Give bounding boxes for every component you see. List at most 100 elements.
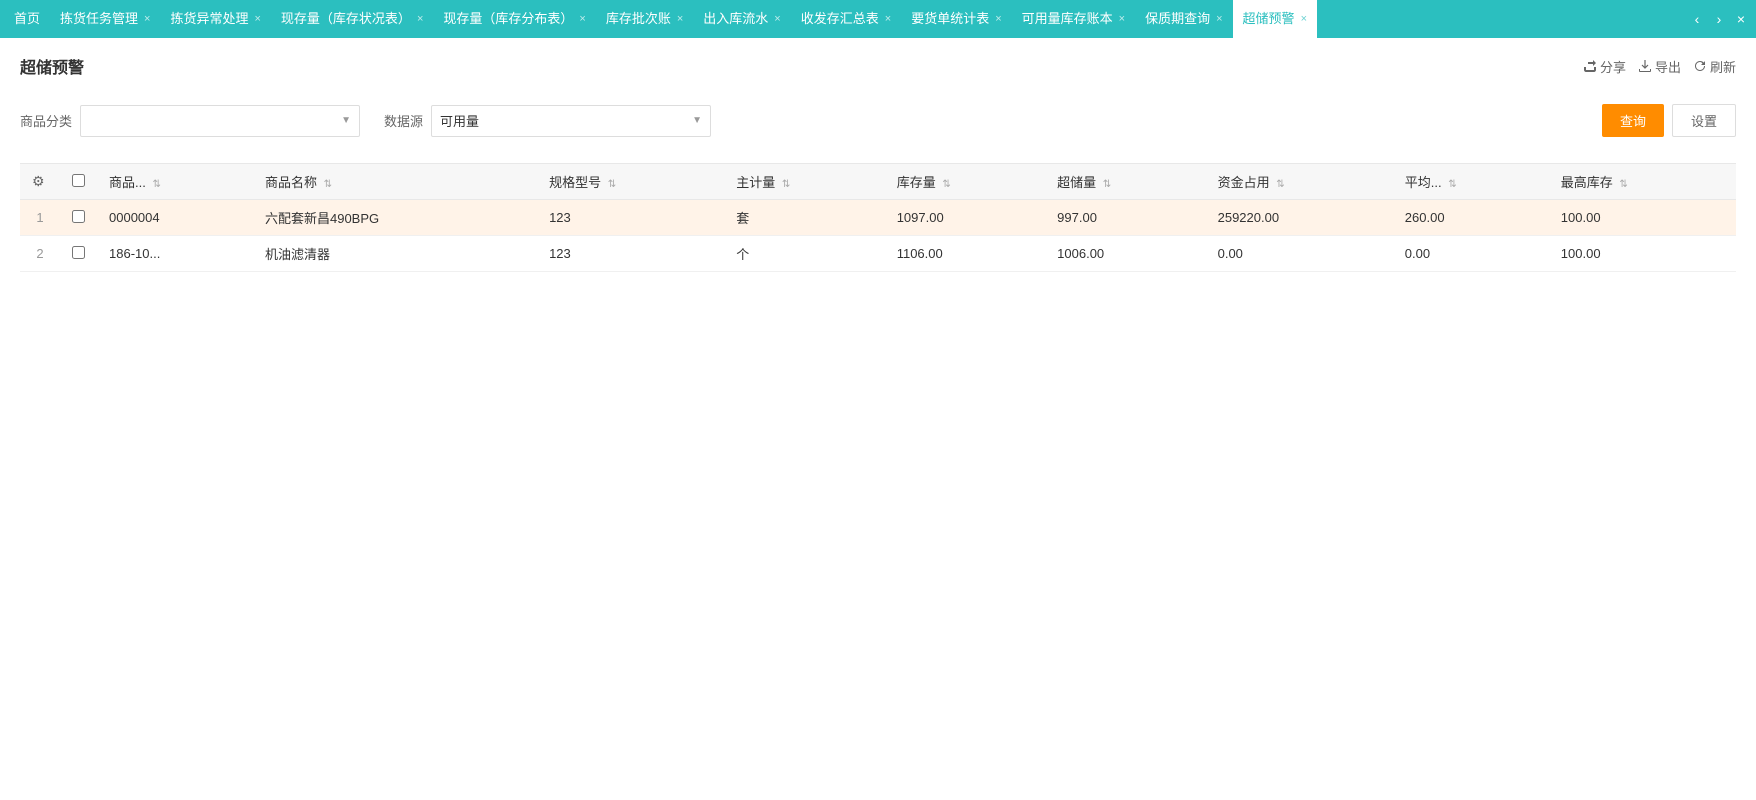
page-title: 超储预警 [20, 54, 84, 78]
nav-item-1[interactable]: 拣货任务管理 × [50, 0, 160, 38]
row-avg: 0.00 [1393, 236, 1549, 272]
row-checkbox-cell [60, 236, 97, 272]
data-table: ⚙ 商品... ⇅ 商品名称 ⇅ 规格型号 ⇅ 主计量 [20, 163, 1736, 272]
row-overstock: 997.00 [1045, 200, 1205, 236]
col-overstock[interactable]: 超储量 ⇅ [1045, 164, 1205, 200]
nav-arrows: ‹ › × [1686, 0, 1752, 38]
close-icon[interactable]: × [774, 0, 780, 38]
gear-header: ⚙ [20, 164, 60, 200]
row-code: 0000004 [97, 200, 253, 236]
row-code: 186-10... [97, 236, 253, 272]
row-number: 1 [20, 200, 60, 236]
col-unit[interactable]: 主计量 ⇅ [724, 164, 884, 200]
col-stock[interactable]: 库存量 ⇅ [885, 164, 1045, 200]
row-unit: 套 [724, 200, 884, 236]
row-checkbox-cell [60, 200, 97, 236]
table-row: 1 0000004 六配套新昌490BPG 123 套 1097.00 997.… [20, 200, 1736, 236]
close-icon[interactable]: × [254, 0, 260, 38]
select-all-checkbox[interactable] [72, 174, 85, 187]
row-name: 机油滤清器 [253, 236, 537, 272]
gear-settings-icon[interactable]: ⚙ [32, 173, 45, 189]
sort-icon-avg: ⇅ [1448, 179, 1456, 190]
header-actions: 分享 导出 刷新 [1583, 57, 1736, 76]
col-spec[interactable]: 规格型号 ⇅ [537, 164, 724, 200]
filter-area: 商品分类 ▼ 数据源 可用量 ▼ 查询 设置 [20, 94, 1736, 147]
table-body: 1 0000004 六配套新昌490BPG 123 套 1097.00 997.… [20, 200, 1736, 272]
row-spec: 123 [537, 200, 724, 236]
nav-item-active[interactable]: 超储预警 × [1233, 0, 1317, 38]
close-icon[interactable]: × [885, 0, 891, 38]
row-maxstock: 100.00 [1549, 236, 1736, 272]
row-stock: 1106.00 [885, 236, 1045, 272]
datasource-select[interactable]: 可用量 ▼ [431, 105, 711, 137]
nav-right-arrow[interactable]: › [1708, 0, 1730, 38]
sort-icon-name: ⇅ [324, 179, 332, 190]
close-icon[interactable]: × [1216, 0, 1222, 38]
filter-buttons: 查询 设置 [1602, 104, 1736, 137]
row-name: 六配套新昌490BPG [253, 200, 537, 236]
settings-button[interactable]: 设置 [1672, 104, 1736, 137]
nav-more-button[interactable]: × [1730, 0, 1752, 38]
close-icon[interactable]: × [579, 0, 585, 38]
category-label: 商品分类 [20, 111, 72, 130]
datasource-chevron-icon: ▼ [692, 115, 702, 126]
col-name[interactable]: 商品名称 ⇅ [253, 164, 537, 200]
sort-icon-spec: ⇅ [608, 179, 616, 190]
close-icon[interactable]: × [677, 0, 683, 38]
datasource-label: 数据源 [384, 111, 423, 130]
row-capital: 259220.00 [1206, 200, 1393, 236]
col-code[interactable]: 商品... ⇅ [97, 164, 253, 200]
close-icon[interactable]: × [1119, 0, 1125, 38]
nav-item-2[interactable]: 拣货异常处理 × [160, 0, 270, 38]
row-number: 2 [20, 236, 60, 272]
row-stock: 1097.00 [885, 200, 1045, 236]
nav-item-home[interactable]: 首页 [4, 0, 50, 38]
refresh-icon [1693, 59, 1707, 73]
checkbox-header [60, 164, 97, 200]
row-checkbox[interactable] [72, 246, 85, 259]
export-button[interactable]: 导出 [1638, 57, 1681, 76]
category-chevron-icon: ▼ [341, 115, 351, 126]
close-icon[interactable]: × [995, 0, 1001, 38]
nav-item-4[interactable]: 现存量（库存分布表） × [433, 0, 595, 38]
table-header-row: ⚙ 商品... ⇅ 商品名称 ⇅ 规格型号 ⇅ 主计量 [20, 164, 1736, 200]
refresh-button[interactable]: 刷新 [1693, 57, 1736, 76]
datasource-select-value: 可用量 [440, 111, 692, 130]
nav-item-3[interactable]: 现存量（库存状况表） × [271, 0, 433, 38]
close-icon[interactable]: × [144, 0, 150, 38]
nav-left-arrow[interactable]: ‹ [1686, 0, 1708, 38]
close-icon[interactable]: × [417, 0, 423, 38]
nav-item-8[interactable]: 要货单统计表 × [901, 0, 1011, 38]
col-capital[interactable]: 资金占用 ⇅ [1206, 164, 1393, 200]
nav-item-7[interactable]: 收发存汇总表 × [791, 0, 901, 38]
row-checkbox[interactable] [72, 210, 85, 223]
nav-item-6[interactable]: 出入库流水 × [693, 0, 790, 38]
row-spec: 123 [537, 236, 724, 272]
page-header: 超储预警 分享 导出 刷新 [20, 54, 1736, 78]
row-maxstock: 100.00 [1549, 200, 1736, 236]
nav-item-9[interactable]: 可用量库存账本 × [1012, 0, 1135, 38]
sort-icon-unit: ⇅ [782, 179, 790, 190]
row-unit: 个 [724, 236, 884, 272]
nav-item-10[interactable]: 保质期查询 × [1135, 0, 1232, 38]
nav-item-5[interactable]: 库存批次账 × [596, 0, 693, 38]
col-avg[interactable]: 平均... ⇅ [1393, 164, 1549, 200]
row-avg: 260.00 [1393, 200, 1549, 236]
datasource-filter: 数据源 可用量 ▼ [384, 105, 711, 137]
category-filter: 商品分类 ▼ [20, 105, 360, 137]
row-capital: 0.00 [1206, 236, 1393, 272]
page-container: 超储预警 分享 导出 刷新 [0, 38, 1756, 800]
share-icon [1583, 59, 1597, 73]
close-icon[interactable]: × [1301, 0, 1307, 38]
sort-icon-maxstock: ⇅ [1619, 179, 1627, 190]
col-maxstock[interactable]: 最高库存 ⇅ [1549, 164, 1736, 200]
export-icon [1638, 59, 1652, 73]
share-button[interactable]: 分享 [1583, 57, 1626, 76]
category-select[interactable]: ▼ [80, 105, 360, 137]
query-button[interactable]: 查询 [1602, 104, 1664, 137]
top-nav: 首页 拣货任务管理 × 拣货异常处理 × 现存量（库存状况表） × 现存量（库存… [0, 0, 1756, 38]
table-row: 2 186-10... 机油滤清器 123 个 1106.00 1006.00 … [20, 236, 1736, 272]
sort-icon-code: ⇅ [152, 179, 160, 190]
row-overstock: 1006.00 [1045, 236, 1205, 272]
sort-icon-capital: ⇅ [1276, 179, 1284, 190]
